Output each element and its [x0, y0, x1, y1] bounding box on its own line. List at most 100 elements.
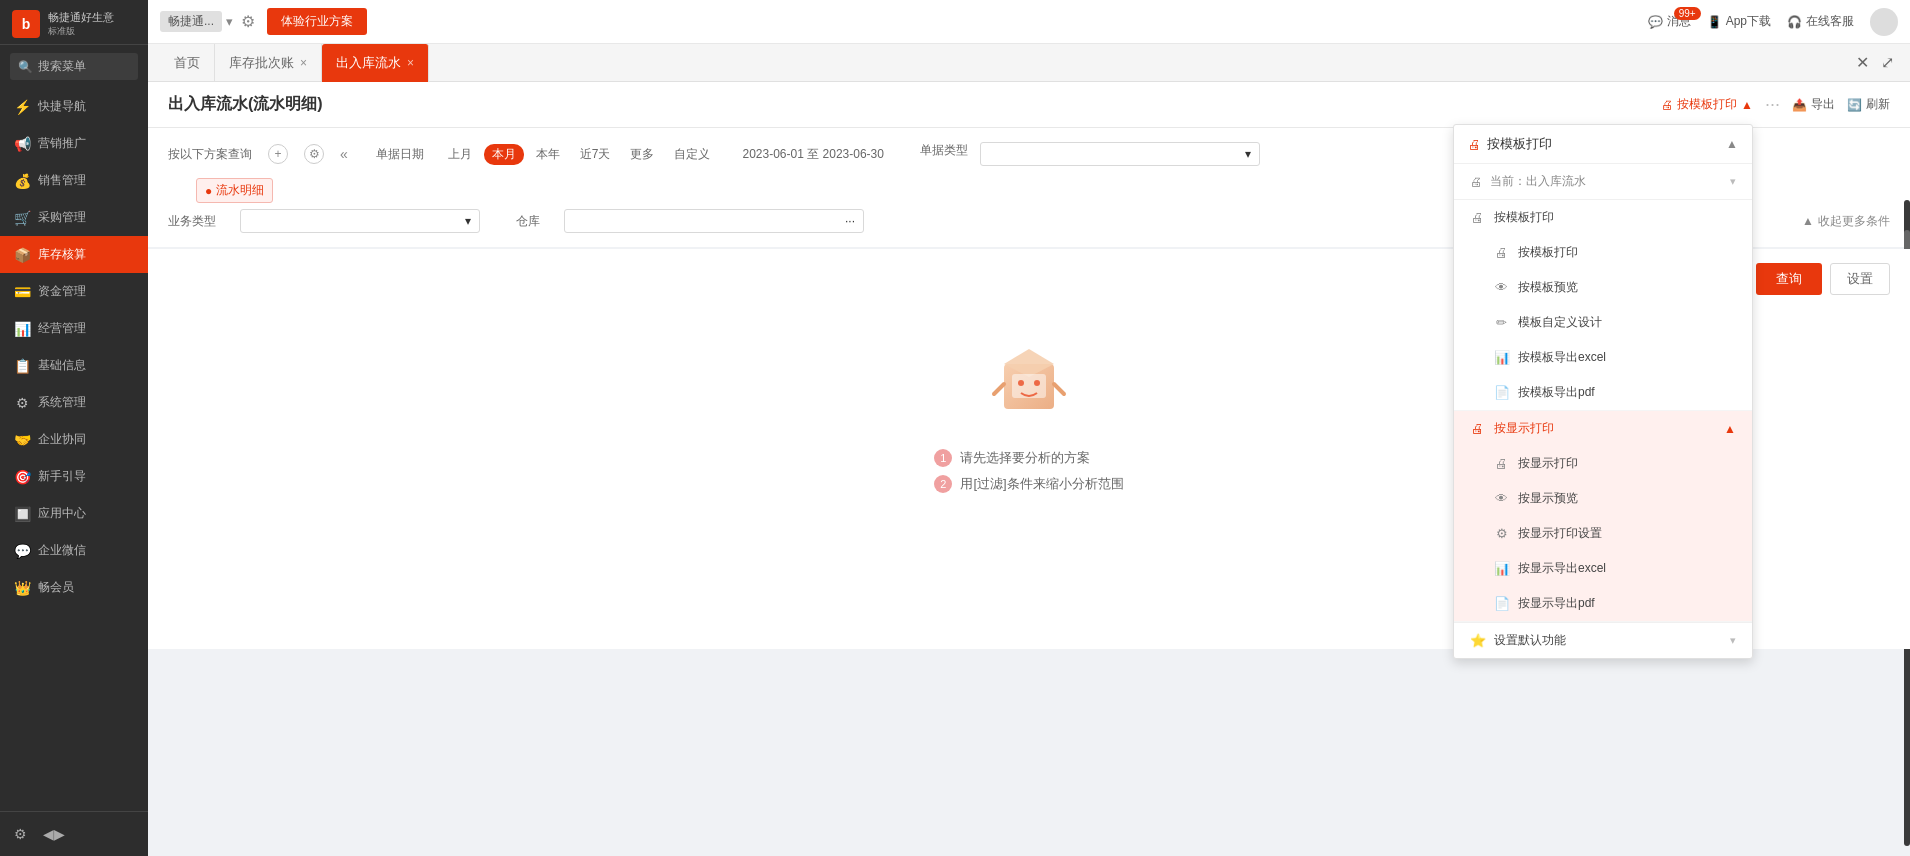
top-header: 畅捷通... ▾ ⚙ 体验行业方案 💬 消息 99+ 📱 App下载 🎧 在线客…	[148, 0, 1910, 44]
display-print-section-toggle[interactable]: 🖨 按显示打印 ▲	[1454, 411, 1752, 446]
message-icon: 💬	[1648, 15, 1663, 29]
tab-batch-account-close[interactable]: ×	[300, 56, 307, 70]
dropdown-item-display-preview[interactable]: 👁 按显示预览	[1454, 481, 1752, 516]
print-dropdown-panel: 🖨 按模板打印 ▲ 🖨 当前：出入库流水 ▾	[1453, 124, 1753, 659]
headset-icon: 🎧	[1787, 15, 1802, 29]
collapse-more-button[interactable]: ▲ 收起更多条件	[1802, 213, 1890, 230]
dropdown-item-display-print[interactable]: 🖨 按显示打印	[1454, 446, 1752, 481]
tab-in-out-flow-close[interactable]: ×	[407, 56, 414, 70]
date-tab-more[interactable]: 更多	[622, 144, 662, 165]
date-tab-last-month[interactable]: 上月	[440, 144, 480, 165]
main-content: 畅捷通... ▾ ⚙ 体验行业方案 💬 消息 99+ 📱 App下载 🎧 在线客…	[148, 0, 1910, 856]
filter-tag-item: ● 流水明细	[196, 178, 273, 203]
sidebar-item-guide[interactable]: 🎯 新手引导	[0, 458, 148, 495]
sidebar-item-label: 采购管理	[38, 209, 86, 226]
filter-tag-icon: ●	[205, 184, 212, 198]
template-print-section-header[interactable]: 🖨 按模板打印	[1454, 200, 1752, 235]
business-type-select[interactable]: ▾	[240, 209, 480, 233]
dropdown-item-display-print-settings[interactable]: ⚙ 按显示打印设置	[1454, 516, 1752, 551]
print-dropdown-container: 🖨 按模板打印 ▲ 🖨 按模板打印 ▲	[1661, 96, 1753, 113]
sidebar-item-label: 新手引导	[38, 468, 86, 485]
template-print-label: 按模板打印	[1677, 96, 1737, 113]
sidebar-item-finance[interactable]: 💳 资金管理	[0, 273, 148, 310]
tab-batch-account[interactable]: 库存批次账 ×	[215, 44, 322, 82]
sidebar-item-basic[interactable]: 📋 基础信息	[0, 347, 148, 384]
dropdown-item-display-excel[interactable]: 📊 按显示导出excel	[1454, 551, 1752, 586]
app-download-label: App下载	[1726, 13, 1771, 30]
dropdown-item-display-pdf[interactable]: 📄 按显示导出pdf	[1454, 586, 1752, 621]
user-avatar[interactable]	[1870, 8, 1898, 36]
template-print-button[interactable]: 🖨 按模板打印 ▲	[1661, 96, 1753, 113]
warehouse-select[interactable]: ···	[564, 209, 864, 233]
refresh-button[interactable]: 🔄 刷新	[1847, 96, 1890, 113]
app-download-button[interactable]: 📱 App下载	[1707, 13, 1771, 30]
date-tab-7days[interactable]: 近7天	[572, 144, 619, 165]
dropdown-item-template-custom[interactable]: ✏ 模板自定义设计	[1454, 305, 1752, 340]
app-center-icon: 🔲	[14, 506, 30, 522]
date-tabs: 上月 本月 本年 近7天 更多 自定义	[440, 144, 719, 165]
message-badge: 99+	[1674, 7, 1701, 20]
sidebar-item-member[interactable]: 👑 畅会员	[0, 569, 148, 606]
dropdown-item-template-preview[interactable]: 👁 按模板预览	[1454, 270, 1752, 305]
filter-collapse-icon[interactable]: «	[340, 146, 348, 162]
date-tab-this-year[interactable]: 本年	[528, 144, 568, 165]
dropdown-item-template-print[interactable]: 🖨 按模板打印	[1454, 235, 1752, 270]
date-tab-custom[interactable]: 自定义	[666, 144, 718, 165]
dropdown-header-arrow[interactable]: ▲	[1726, 137, 1738, 151]
tab-maximize-button[interactable]: ⤢	[1877, 49, 1898, 76]
tpl-pdf-icon: 📄	[1494, 385, 1510, 401]
tab-close-all-button[interactable]: ✕	[1852, 49, 1873, 76]
wechat-icon: 💬	[14, 543, 30, 559]
filter-add-button[interactable]: +	[268, 144, 288, 164]
tab-in-out-flow[interactable]: 出入库流水 ×	[322, 44, 429, 82]
collab-icon: 🤝	[14, 432, 30, 448]
sidebar-item-purchase[interactable]: 🛒 采购管理	[0, 199, 148, 236]
tab-in-out-flow-label: 出入库流水	[336, 54, 401, 72]
search-icon: 🔍	[18, 60, 33, 74]
sidebar-item-marketing[interactable]: 📢 营销推广	[0, 125, 148, 162]
sidebar-item-sales[interactable]: 💰 销售管理	[0, 162, 148, 199]
search-menu-button[interactable]: 🔍 搜索菜单	[10, 53, 138, 80]
dropdown-item-set-default[interactable]: ⭐ 设置默认功能 ▾	[1454, 622, 1752, 658]
bill-type-select[interactable]: ▾	[980, 142, 1260, 166]
sidebar-item-collab[interactable]: 🤝 企业协同	[0, 421, 148, 458]
query-button[interactable]: 查询	[1756, 263, 1822, 295]
svg-point-4	[1034, 380, 1040, 386]
sidebar-item-system[interactable]: ⚙ 系统管理	[0, 384, 148, 421]
sidebar-item-app-center[interactable]: 🔲 应用中心	[0, 495, 148, 532]
business-type-label: 业务类型	[168, 213, 216, 230]
sidebar-item-inventory[interactable]: 📦 库存核算	[0, 236, 148, 273]
disp-pdf-icon: 📄	[1494, 596, 1510, 612]
sidebar-item-label: 企业微信	[38, 542, 86, 559]
empty-step-2: 2 用[过滤]条件来缩小分析范围	[934, 475, 1123, 493]
bill-type-label: 单据类型	[920, 143, 968, 157]
sidebar-item-operations[interactable]: 📊 经营管理	[0, 310, 148, 347]
purchase-icon: 🛒	[14, 210, 30, 226]
messages-button[interactable]: 💬 消息 99+	[1648, 13, 1691, 30]
user-dropdown-icon[interactable]: ▾	[226, 14, 233, 29]
export-label: 导出	[1811, 96, 1835, 113]
phone-icon: 📱	[1707, 15, 1722, 29]
tpl-print-label: 按模板打印	[1518, 244, 1578, 261]
sidebar-collapse-button[interactable]: ◀▶	[39, 822, 69, 846]
display-print-section-label: 按显示打印	[1494, 420, 1554, 437]
dropdown-item-template-excel[interactable]: 📊 按模板导出excel	[1454, 340, 1752, 375]
tab-home[interactable]: 首页	[160, 44, 215, 82]
header-settings-icon[interactable]: ⚙	[241, 12, 255, 31]
sidebar-item-quick-nav[interactable]: ⚡ 快捷导航	[0, 88, 148, 125]
settings-button[interactable]: 设置	[1830, 263, 1890, 295]
dropdown-item-template-pdf[interactable]: 📄 按模板导出pdf	[1454, 375, 1752, 410]
dropdown-current-item[interactable]: 🖨 当前：出入库流水 ▾	[1454, 164, 1752, 200]
online-service-button[interactable]: 🎧 在线客服	[1787, 13, 1854, 30]
page-actions-area: 🖨 按模板打印 ▲ 🖨 按模板打印 ▲	[1661, 94, 1890, 115]
filter-settings-button[interactable]: ⚙	[304, 144, 324, 164]
display-section-arrow: ▲	[1724, 422, 1736, 436]
export-button[interactable]: 📤 导出	[1792, 96, 1835, 113]
trial-industry-button[interactable]: 体验行业方案	[267, 8, 367, 35]
sidebar-item-wechat[interactable]: 💬 企业微信	[0, 532, 148, 569]
sidebar-settings-button[interactable]: ⚙	[10, 822, 31, 846]
date-tab-this-month[interactable]: 本月	[484, 144, 524, 165]
sidebar-item-label: 营销推广	[38, 135, 86, 152]
warehouse-label: 仓库	[516, 213, 540, 230]
chevron-up-icon: ▲	[1741, 98, 1753, 112]
